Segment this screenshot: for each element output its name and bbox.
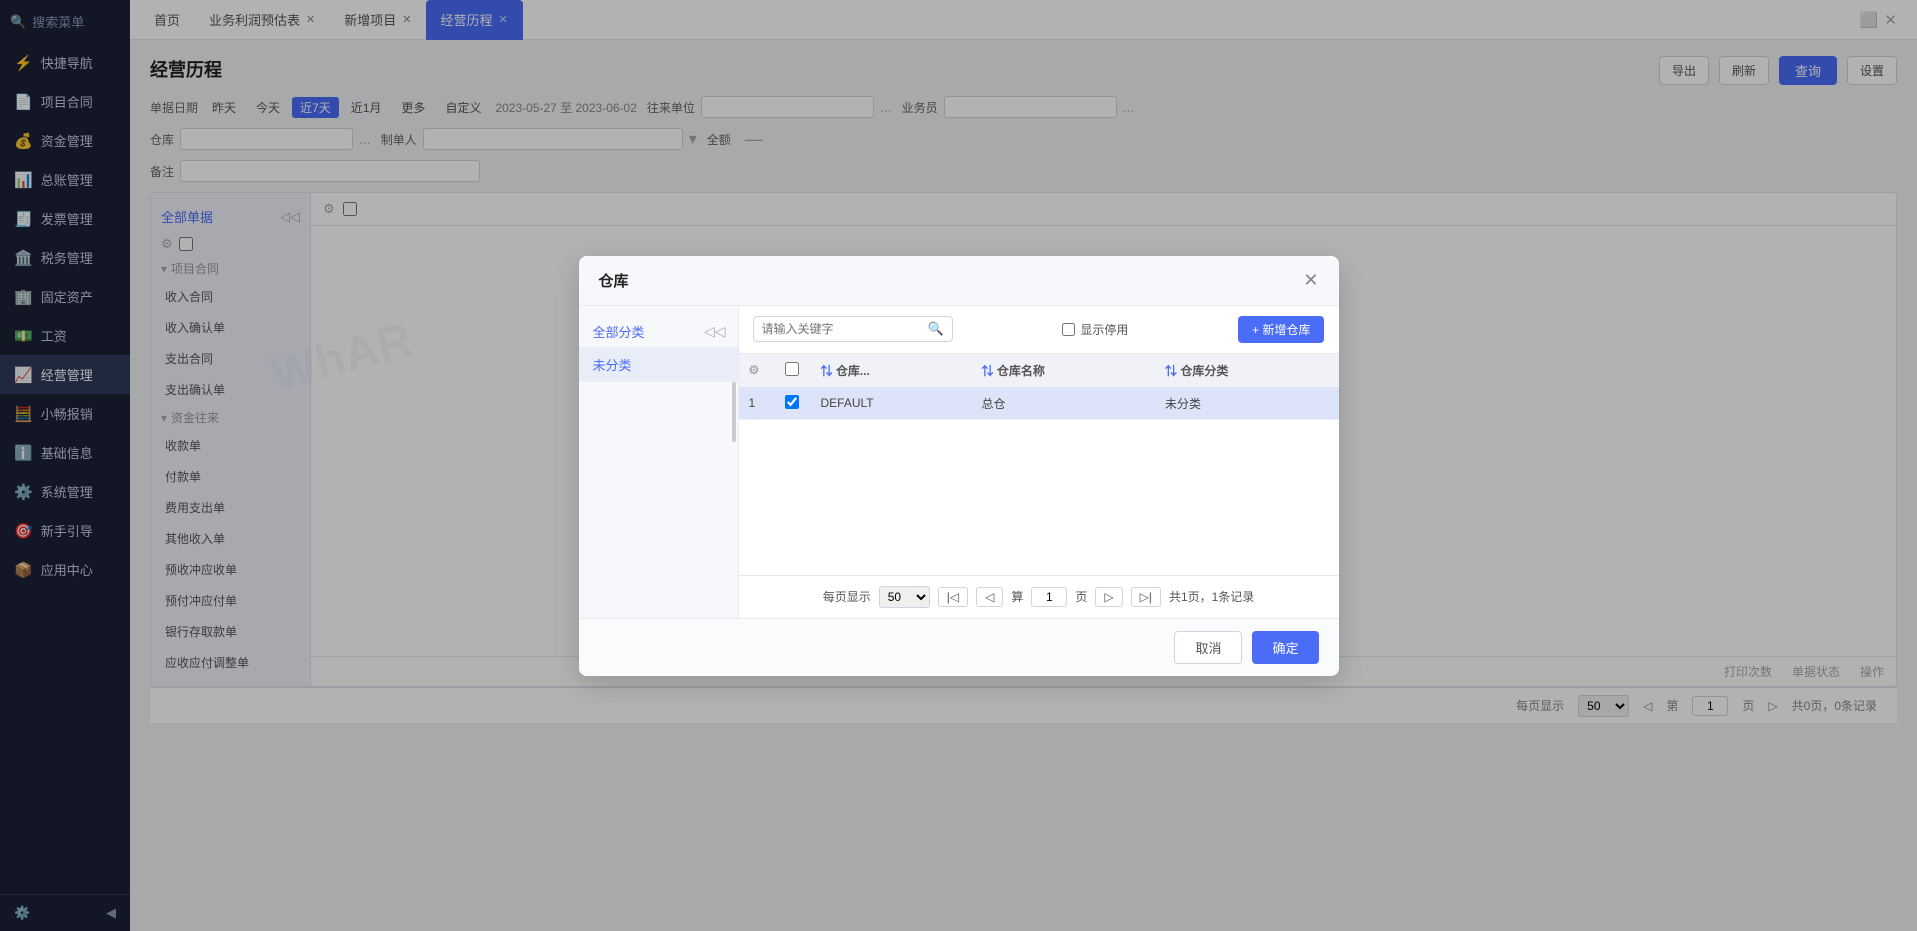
dialog-search-icon: 🔍 bbox=[928, 321, 944, 337]
show-disabled-checkbox[interactable] bbox=[1062, 323, 1075, 336]
col-warehouse-name: ⇅ 仓库名称 bbox=[971, 354, 1155, 388]
col-sort-icon: ⇅ bbox=[821, 364, 833, 378]
page-first-btn[interactable]: |◁ bbox=[938, 587, 968, 607]
col-warehouse-code: ⇅ 仓库... bbox=[811, 354, 972, 388]
dialog-table-body: 1 DEFAULT 总仓 未分类 bbox=[739, 387, 1339, 419]
category-item-uncategorized[interactable]: 未分类 bbox=[579, 347, 738, 382]
category-header: 全部分类 ◁◁ bbox=[579, 316, 738, 347]
cell-name: 总仓 bbox=[971, 387, 1155, 419]
dialog-search-wrapper: 🔍 bbox=[753, 316, 953, 342]
category-all-label[interactable]: 全部分类 bbox=[593, 322, 645, 341]
col-checkbox-header bbox=[775, 354, 811, 388]
cell-code: DEFAULT bbox=[811, 387, 972, 419]
page-next-btn[interactable]: ▷ bbox=[1095, 587, 1122, 607]
cancel-button[interactable]: 取消 bbox=[1174, 631, 1242, 664]
per-page-select[interactable]: 50 20 100 bbox=[879, 586, 930, 608]
overlay: 仓库 ✕ 全部分类 ◁◁ 未分类 bbox=[0, 0, 1917, 931]
dialog-search-input[interactable] bbox=[762, 322, 922, 336]
col-warehouse-category: ⇅ 仓库分类 bbox=[1155, 354, 1339, 388]
col-gear: ⚙ bbox=[739, 354, 775, 388]
dialog-table-wrapper: ⚙ ⇅ 仓库... ⇅ bbox=[739, 354, 1339, 575]
page-last-btn[interactable]: ▷| bbox=[1131, 587, 1161, 607]
dialog-toolbar: 🔍 显示停用 + 新增仓库 bbox=[739, 306, 1339, 354]
dialog-title: 仓库 bbox=[599, 270, 629, 291]
dialog-table-head: ⚙ ⇅ 仓库... ⇅ bbox=[739, 354, 1339, 388]
page-number-input[interactable] bbox=[1031, 587, 1067, 607]
add-warehouse-button[interactable]: + 新增仓库 bbox=[1238, 316, 1324, 343]
dialog-body: 全部分类 ◁◁ 未分类 🔍 bbox=[579, 306, 1339, 618]
cell-row-num: 1 bbox=[739, 387, 775, 419]
row-checkbox[interactable] bbox=[785, 395, 799, 409]
category-panel: 全部分类 ◁◁ 未分类 bbox=[579, 306, 739, 618]
dialog-footer: 取消 确定 bbox=[579, 618, 1339, 676]
show-disabled-label[interactable]: 显示停用 bbox=[1062, 321, 1128, 338]
select-all-checkbox[interactable] bbox=[785, 362, 799, 376]
page-prev-btn[interactable]: ◁ bbox=[976, 587, 1003, 607]
col-category-sort-icon: ⇅ bbox=[1165, 364, 1177, 378]
pagination-total: 共1页，1条记录 bbox=[1169, 588, 1254, 605]
cell-category: 未分类 bbox=[1155, 387, 1339, 419]
per-page-label: 每页显示 bbox=[823, 588, 871, 605]
page-calc-label: 算 bbox=[1011, 588, 1023, 605]
page-label: 页 bbox=[1075, 588, 1087, 605]
cell-checkbox bbox=[775, 387, 811, 419]
table-panel: 🔍 显示停用 + 新增仓库 ⚙ bbox=[739, 306, 1339, 618]
col-gear-icon[interactable]: ⚙ bbox=[749, 363, 760, 377]
confirm-button[interactable]: 确定 bbox=[1252, 631, 1318, 664]
dialog-warehouse: 仓库 ✕ 全部分类 ◁◁ 未分类 bbox=[579, 256, 1339, 676]
dialog-close-button[interactable]: ✕ bbox=[1303, 271, 1318, 289]
dialog-header: 仓库 ✕ bbox=[579, 256, 1339, 306]
dialog-table: ⚙ ⇅ 仓库... ⇅ bbox=[739, 354, 1339, 420]
category-collapse-btn[interactable]: ◁◁ bbox=[704, 323, 726, 340]
table-row[interactable]: 1 DEFAULT 总仓 未分类 bbox=[739, 387, 1339, 419]
dialog-pagination: 每页显示 50 20 100 |◁ ◁ 算 页 ▷ ▷| 共1页，1条记录 bbox=[739, 575, 1339, 618]
col-name-sort-icon: ⇅ bbox=[981, 364, 993, 378]
